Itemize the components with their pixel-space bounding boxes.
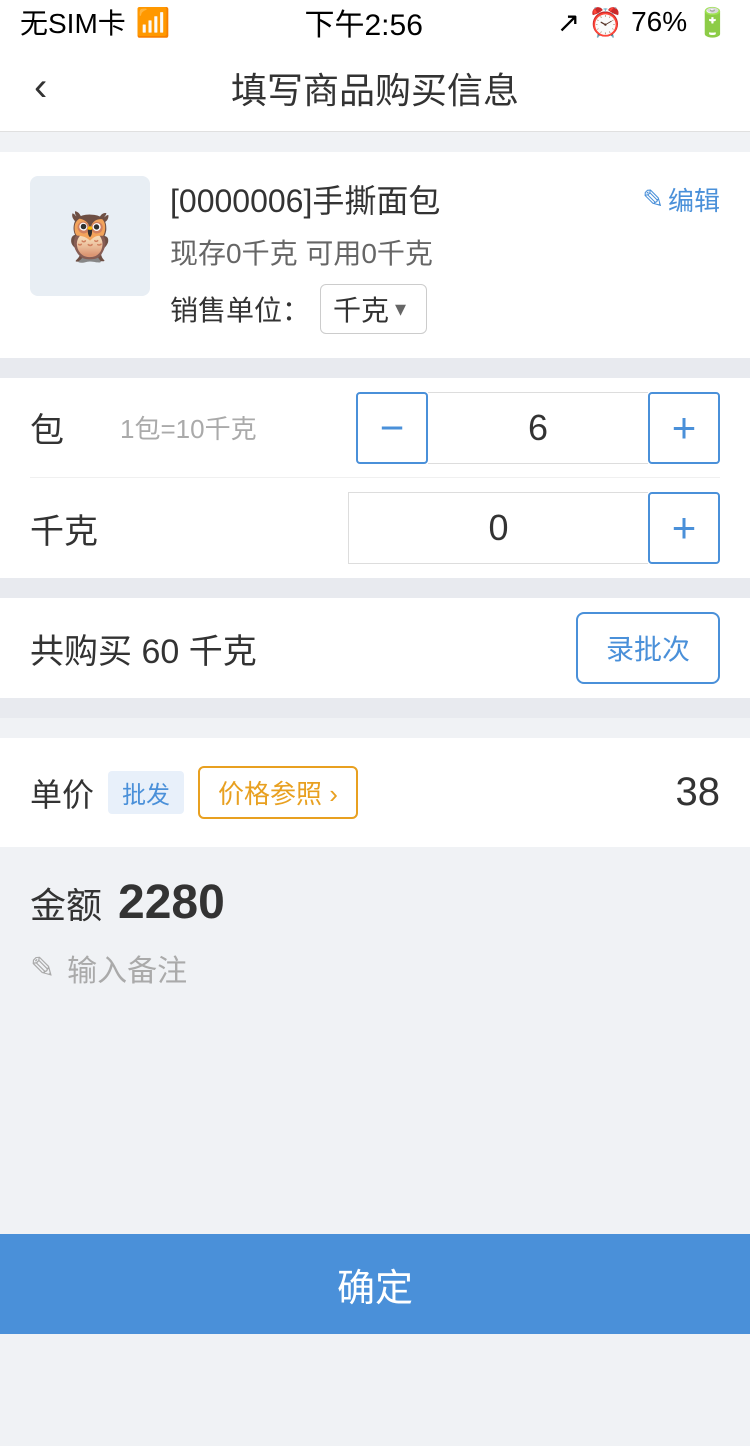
bottom-spacer — [0, 1346, 750, 1446]
status-right: ↗ ⏰ 76% 🔋 — [557, 6, 730, 39]
product-unit-row: 销售单位： 千克 ▾ — [170, 284, 720, 334]
price-ref-label: 价格参照 › — [218, 774, 338, 811]
kg-controls: + — [348, 492, 720, 564]
pencil-icon: ✎ — [30, 951, 55, 986]
page-title: 填写商品购买信息 — [231, 62, 519, 114]
pack-quantity-input[interactable] — [428, 392, 648, 464]
product-info: [0000006]手撕面包 ✎ 编辑 现存0千克 可用0千克 销售单位： 千克 … — [170, 176, 720, 334]
status-time: 下午2:56 — [305, 0, 423, 44]
note-row[interactable]: ✎ 输入备注 — [30, 946, 720, 990]
unit-value: 千克 — [333, 289, 389, 329]
pack-row: 包 1包=10千克 − + — [30, 378, 720, 478]
product-card: 🦉 [0000006]手撕面包 ✎ 编辑 现存0千克 可用0千克 销售单位： 千… — [0, 152, 750, 358]
amount-section: 金额 2280 ✎ 输入备注 — [0, 847, 750, 1006]
price-section: 单价 批发 价格参照 › 38 — [0, 738, 750, 847]
section-separator-1 — [0, 358, 750, 378]
battery-label: 76% — [631, 6, 687, 38]
pack-controls: − + — [356, 392, 720, 464]
wifi-icon: 📶 — [136, 6, 171, 39]
section-separator-3 — [0, 698, 750, 718]
price-reference-button[interactable]: 价格参照 › — [198, 766, 358, 819]
unit-dropdown-icon: ▾ — [395, 296, 406, 322]
product-image: 🦉 — [30, 176, 150, 296]
pack-plus-button[interactable]: + — [648, 392, 720, 464]
carrier-label: 无SIM卡 — [20, 2, 126, 42]
kg-plus-button[interactable]: + — [648, 492, 720, 564]
nav-bar: ‹ 填写商品购买信息 — [0, 44, 750, 132]
pack-minus-button[interactable]: − — [356, 392, 428, 464]
amount-label: 金额 — [30, 877, 102, 929]
edit-button[interactable]: ✎ 编辑 — [642, 181, 720, 218]
unit-prefix: 销售单位： — [170, 289, 310, 329]
alarm-icon: ⏰ — [588, 6, 623, 39]
battery-icon: 🔋 — [695, 6, 730, 39]
price-type-badge: 批发 — [108, 771, 184, 814]
pack-label: 包 — [30, 403, 110, 452]
price-label: 单价 — [30, 770, 94, 816]
product-name-row: [0000006]手撕面包 ✎ 编辑 — [170, 176, 720, 222]
product-stock: 现存0千克 可用0千克 — [170, 232, 720, 272]
amount-row: 金额 2280 — [30, 875, 720, 930]
edit-label: 编辑 — [668, 181, 720, 218]
confirm-button-label: 确定 — [337, 1257, 413, 1312]
product-name: [0000006]手撕面包 — [170, 176, 440, 222]
location-icon: ↗ — [557, 6, 580, 39]
edit-icon: ✎ — [642, 184, 664, 215]
kg-row: 千克 + — [30, 478, 720, 578]
note-label: 输入备注 — [67, 946, 187, 990]
unit-selector[interactable]: 千克 ▾ — [320, 284, 427, 334]
status-left: 无SIM卡 📶 — [20, 2, 171, 42]
total-label: 共购买 60 千克 — [30, 624, 257, 673]
amount-value: 2280 — [118, 875, 225, 930]
pack-hint: 1包=10千克 — [120, 409, 257, 446]
kg-quantity-input[interactable] — [348, 492, 648, 564]
confirm-button[interactable]: 确定 — [0, 1234, 750, 1334]
quantity-section: 包 1包=10千克 − + 千克 + — [0, 378, 750, 578]
product-logo: 🦉 — [60, 208, 120, 265]
back-button[interactable]: ‹ — [24, 55, 57, 120]
section-separator-2 — [0, 578, 750, 598]
kg-label: 千克 — [30, 504, 110, 553]
total-section: 共购买 60 千克 录批次 — [0, 598, 750, 698]
record-batch-button[interactable]: 录批次 — [576, 612, 720, 684]
status-bar: 无SIM卡 📶 下午2:56 ↗ ⏰ 76% 🔋 — [0, 0, 750, 44]
price-value: 38 — [676, 770, 721, 815]
